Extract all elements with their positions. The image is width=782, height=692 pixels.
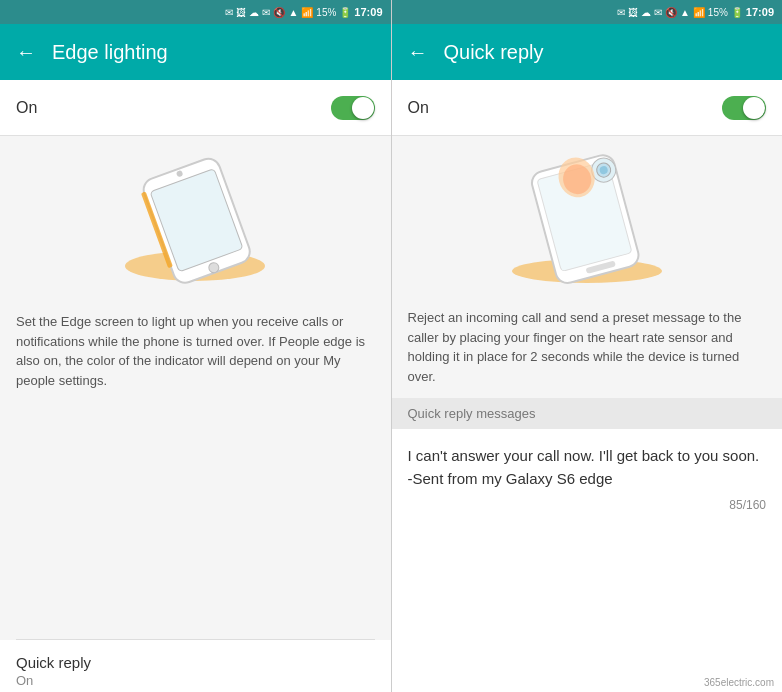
cloud-icon-r: ☁ (641, 7, 651, 18)
quick-reply-toggle[interactable] (722, 96, 766, 120)
phone-svg-left (105, 146, 285, 286)
phone-illustration-right (392, 136, 783, 296)
quick-reply-message-area[interactable]: I can't answer your call now. I'll get b… (392, 429, 783, 692)
battery-right: 15% (708, 7, 728, 18)
toggle-knob-left (352, 97, 374, 119)
status-bar-right: ✉ 🖼 ☁ ✉ 🔇 ▲ 📶 15% 🔋 17:09 (392, 0, 783, 24)
quick-reply-link-row[interactable]: Quick reply On (0, 640, 391, 692)
envelope-icon-r: ✉ (617, 7, 625, 18)
time-left: 17:09 (354, 6, 382, 18)
mute-icon: 🔇 (273, 7, 285, 18)
status-icons-right: ✉ 🖼 ☁ ✉ 🔇 ▲ 📶 15% 🔋 17:09 (617, 6, 774, 18)
quick-reply-link-title: Quick reply (16, 654, 375, 671)
mute-icon-r: 🔇 (665, 7, 677, 18)
char-count: 85/160 (408, 498, 767, 512)
quick-reply-description: Reject an incoming call and send a prese… (408, 308, 767, 386)
quick-reply-header: ← Quick reply (392, 24, 783, 80)
quick-reply-section-label: Quick reply messages (392, 398, 783, 429)
edge-lighting-toggle-label: On (16, 99, 37, 117)
quick-reply-message-text: I can't answer your call now. I'll get b… (408, 445, 767, 490)
wifi-icon: ▲ (288, 7, 298, 18)
edge-lighting-description-area: Set the Edge screen to light up when you… (0, 296, 391, 639)
quick-reply-toggle-label: On (408, 99, 429, 117)
edge-lighting-toggle[interactable] (331, 96, 375, 120)
quick-reply-link-subtitle: On (16, 673, 375, 688)
back-button-right[interactable]: ← (408, 41, 428, 64)
toggle-knob-right (743, 97, 765, 119)
signal-icon: 📶 (301, 7, 313, 18)
quick-reply-toggle-row: On (392, 80, 783, 136)
battery-icon-left: 🔋 (339, 7, 351, 18)
status-bar-left: ✉ 🖼 ☁ ✉ 🔇 ▲ 📶 15% 🔋 17:09 (0, 0, 391, 24)
status-icons-left: ✉ 🖼 ☁ ✉ 🔇 ▲ 📶 15% 🔋 17:09 (225, 6, 382, 18)
edge-lighting-header: ← Edge lighting (0, 24, 391, 80)
time-right: 17:09 (746, 6, 774, 18)
quick-reply-title: Quick reply (444, 41, 544, 64)
edge-lighting-panel: ✉ 🖼 ☁ ✉ 🔇 ▲ 📶 15% 🔋 17:09 ← Edge lightin… (0, 0, 391, 692)
msg-icon: ✉ (262, 7, 270, 18)
msg-icon-r: ✉ (654, 7, 662, 18)
signal-icon-r: 📶 (693, 7, 705, 18)
image-icon-r: 🖼 (628, 7, 638, 18)
battery-left: 15% (316, 7, 336, 18)
edge-lighting-title: Edge lighting (52, 41, 168, 64)
wifi-icon-r: ▲ (680, 7, 690, 18)
cloud-icon: ☁ (249, 7, 259, 18)
edge-lighting-description: Set the Edge screen to light up when you… (16, 312, 375, 390)
battery-icon-right: 🔋 (731, 7, 743, 18)
quick-reply-panel: ✉ 🖼 ☁ ✉ 🔇 ▲ 📶 15% 🔋 17:09 ← Quick reply … (392, 0, 783, 692)
phone-svg-right (487, 146, 687, 286)
quick-reply-description-area: Reject an incoming call and send a prese… (392, 296, 783, 398)
envelope-icon: ✉ (225, 7, 233, 18)
watermark: 365electric.com (704, 677, 774, 688)
edge-lighting-toggle-row: On (0, 80, 391, 136)
phone-illustration-left (0, 136, 391, 296)
back-button-left[interactable]: ← (16, 41, 36, 64)
image-icon: 🖼 (236, 7, 246, 18)
